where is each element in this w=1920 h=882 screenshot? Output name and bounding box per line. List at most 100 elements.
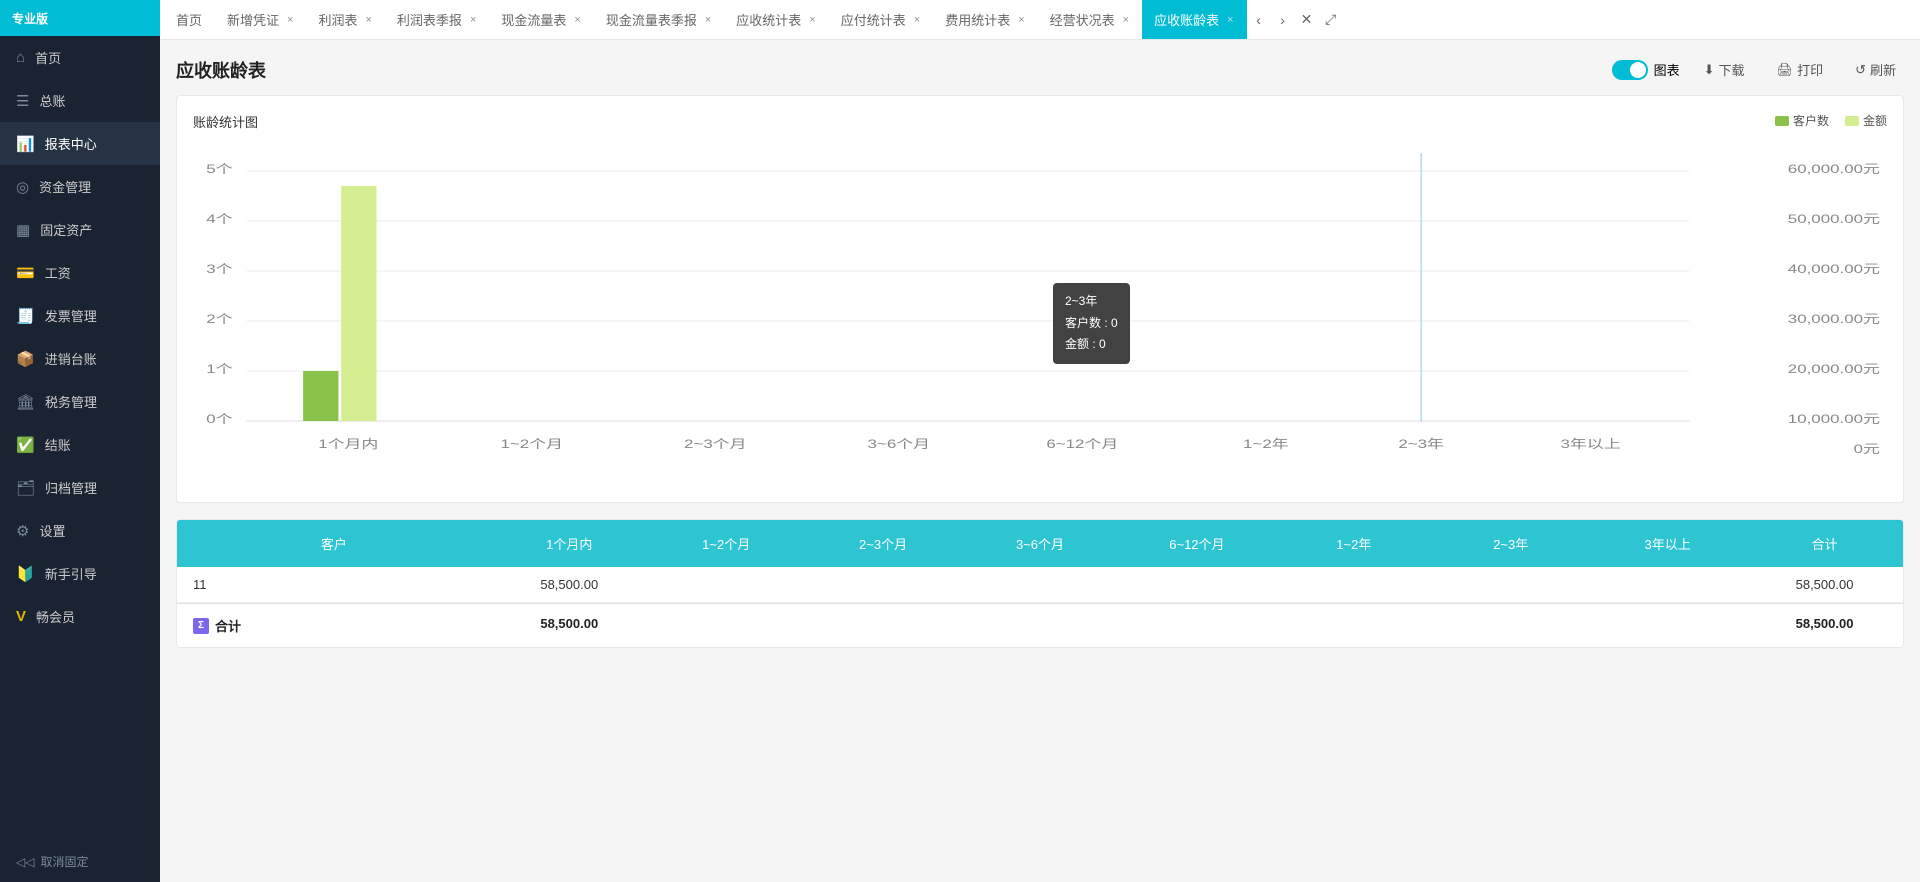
tab-ar-aging-close[interactable]: × — [1227, 14, 1233, 26]
tab-ap-stats[interactable]: 应付统计表 × — [829, 0, 933, 40]
settings-icon: ⚙ — [16, 522, 29, 540]
col-header-total: 合计 — [1746, 520, 1903, 567]
sidebar-item-home[interactable]: ⌂ 首页 — [0, 36, 160, 79]
legend-customers-dot — [1775, 116, 1789, 126]
sidebar-item-archive[interactable]: 🗂 归档管理 — [0, 466, 160, 509]
page-actions: 图表 ⬇ 下载 🖨 打印 ↺ 刷新 — [1612, 56, 1904, 83]
sidebar-logo: 专业版 — [0, 0, 160, 36]
tab-expense-stats[interactable]: 费用统计表 × — [933, 0, 1037, 40]
svg-text:2个: 2个 — [206, 312, 233, 326]
tab-new-voucher-close[interactable]: × — [287, 14, 293, 26]
tab-profit-close[interactable]: × — [365, 14, 371, 26]
col-header-customer: 客户 — [177, 520, 491, 567]
print-icon: 🖨 — [1777, 62, 1794, 78]
sidebar-label-stock: 进销台账 — [45, 349, 97, 368]
chart-legend: 客户数 金额 — [1775, 112, 1887, 129]
cell-3y-plus-0 — [1589, 567, 1746, 602]
sidebar-label-tax: 税务管理 — [45, 392, 97, 411]
tab-operations-close[interactable]: × — [1123, 14, 1129, 26]
svg-text:6~12个月: 6~12个月 — [1046, 437, 1118, 451]
toggle-label: 图表 — [1654, 60, 1680, 79]
footer-3-6m — [962, 604, 1119, 647]
tab-ap-stats-close[interactable]: × — [914, 14, 920, 26]
tab-ar-stats-close[interactable]: × — [809, 14, 815, 26]
sidebar-item-reports[interactable]: 📊 报表中心 — [0, 122, 160, 165]
svg-text:3年以上: 3年以上 — [1560, 437, 1620, 451]
tab-new-voucher-label: 新增凭证 — [227, 10, 279, 29]
col-header-6-12m: 6~12个月 — [1118, 520, 1275, 567]
tab-close-all[interactable]: ✕ — [1295, 8, 1319, 32]
sidebar-item-settings[interactable]: ⚙ 设置 — [0, 509, 160, 552]
sidebar-item-invoice[interactable]: 🧾 发票管理 — [0, 294, 160, 337]
svg-text:1~2年: 1~2年 — [1243, 437, 1289, 451]
bar-amount-0 — [341, 186, 376, 421]
tab-expense-stats-close[interactable]: × — [1018, 14, 1024, 26]
sidebar-item-salary[interactable]: 💳 工资 — [0, 251, 160, 294]
sidebar-item-close[interactable]: ✅ 结账 — [0, 423, 160, 466]
sidebar-item-vip[interactable]: V 畅会员 — [0, 595, 160, 638]
chart-svg: 5个 4个 3个 2个 1个 0个 60,000.00元 50,000.00元 … — [193, 143, 1887, 483]
chart-container: 账龄统计图 客户数 金额 5个 4个 3个 2个 1个 — [176, 95, 1904, 503]
tab-cashflow-close[interactable]: × — [574, 14, 580, 26]
sidebar-item-ledger[interactable]: ☰ 总账 — [0, 79, 160, 122]
legend-customers: 客户数 — [1775, 112, 1829, 129]
legend-amount-dot — [1845, 116, 1859, 126]
sidebar-item-funds[interactable]: ◎ 资金管理 — [0, 165, 160, 208]
tab-ar-aging[interactable]: 应收账龄表 × — [1142, 0, 1246, 40]
sidebar-pin-toggle[interactable]: ◁◁ 取消固定 — [0, 841, 160, 882]
svg-text:60,000.00元: 60,000.00元 — [1788, 163, 1881, 176]
svg-text:3~6个月: 3~6个月 — [868, 437, 931, 451]
svg-text:0个: 0个 — [206, 412, 233, 426]
bar-customers-0 — [303, 371, 338, 421]
svg-text:30,000.00元: 30,000.00元 — [1788, 313, 1881, 326]
tab-ar-stats[interactable]: 应收统计表 × — [724, 0, 828, 40]
tab-expand[interactable]: ⤢ — [1319, 8, 1343, 32]
sidebar-item-assets[interactable]: ▦ 固定资产 — [0, 208, 160, 251]
svg-text:4个: 4个 — [206, 212, 233, 226]
tab-home[interactable]: 首页 — [164, 0, 215, 40]
sidebar-label-salary: 工资 — [45, 263, 71, 282]
tab-operations[interactable]: 经营状况表 × — [1038, 0, 1142, 40]
cell-2-3m-0 — [805, 567, 962, 602]
refresh-label: 刷新 — [1870, 60, 1896, 79]
sidebar-label-close: 结账 — [45, 435, 71, 454]
tab-profit-quarter-close[interactable]: × — [470, 14, 476, 26]
sidebar-label-assets: 固定资产 — [40, 220, 92, 239]
svg-text:1个月内: 1个月内 — [318, 437, 378, 451]
sidebar-item-stock[interactable]: 📦 进销台账 — [0, 337, 160, 380]
tab-cashflow[interactable]: 现金流量表 × — [489, 0, 593, 40]
cell-customer-0: 11 — [177, 567, 491, 602]
sidebar-item-guide[interactable]: 🔰 新手引导 — [0, 552, 160, 595]
assets-icon: ▦ — [16, 221, 30, 239]
chart-toggle[interactable]: 图表 — [1612, 60, 1680, 80]
reports-icon: 📊 — [16, 135, 35, 153]
toggle-thumb — [1630, 62, 1646, 78]
toggle-track[interactable] — [1612, 60, 1648, 80]
tab-cashflow-quarter-close[interactable]: × — [705, 14, 711, 26]
footer-1-2m — [648, 604, 805, 647]
footer-total: 58,500.00 — [1746, 604, 1903, 647]
col-header-2-3y: 2~3年 — [1432, 520, 1589, 567]
svg-text:3个: 3个 — [206, 262, 233, 276]
download-button[interactable]: ⬇ 下载 — [1696, 56, 1753, 83]
cell-1-2m-0 — [648, 567, 805, 602]
table-header: 客户 1个月内 1~2个月 2~3个月 3~6个月 6~12个月 1~2年 2~… — [177, 520, 1903, 567]
page-content-area: 应收账龄表 图表 ⬇ 下载 🖨 打印 ↺ 刷新 — [160, 40, 1920, 882]
tab-operations-label: 经营状况表 — [1050, 10, 1115, 29]
tab-bar: 首页 新增凭证 × 利润表 × 利润表季报 × 现金流量表 × 现金流量表季报 … — [160, 0, 1920, 40]
tab-profit-quarter[interactable]: 利润表季报 × — [385, 0, 489, 40]
refresh-button[interactable]: ↺ 刷新 — [1847, 56, 1904, 83]
sidebar-label-funds: 资金管理 — [39, 177, 91, 196]
tab-profit[interactable]: 利润表 × — [306, 0, 384, 40]
sidebar-item-tax[interactable]: 🏛 税务管理 — [0, 380, 160, 423]
tab-cashflow-quarter[interactable]: 现金流量表季报 × — [594, 0, 724, 40]
print-button[interactable]: 🖨 打印 — [1769, 56, 1832, 83]
col-header-2-3m: 2~3个月 — [805, 520, 962, 567]
tab-nav-prev[interactable]: ‹ — [1247, 8, 1271, 32]
archive-icon: 🗂 — [16, 479, 35, 497]
tab-new-voucher[interactable]: 新增凭证 × — [215, 0, 306, 40]
tab-nav-next[interactable]: › — [1271, 8, 1295, 32]
guide-icon: 🔰 — [16, 565, 35, 583]
col-header-1-2m: 1~2个月 — [648, 520, 805, 567]
cell-1m-0: 58,500.00 — [491, 567, 648, 602]
